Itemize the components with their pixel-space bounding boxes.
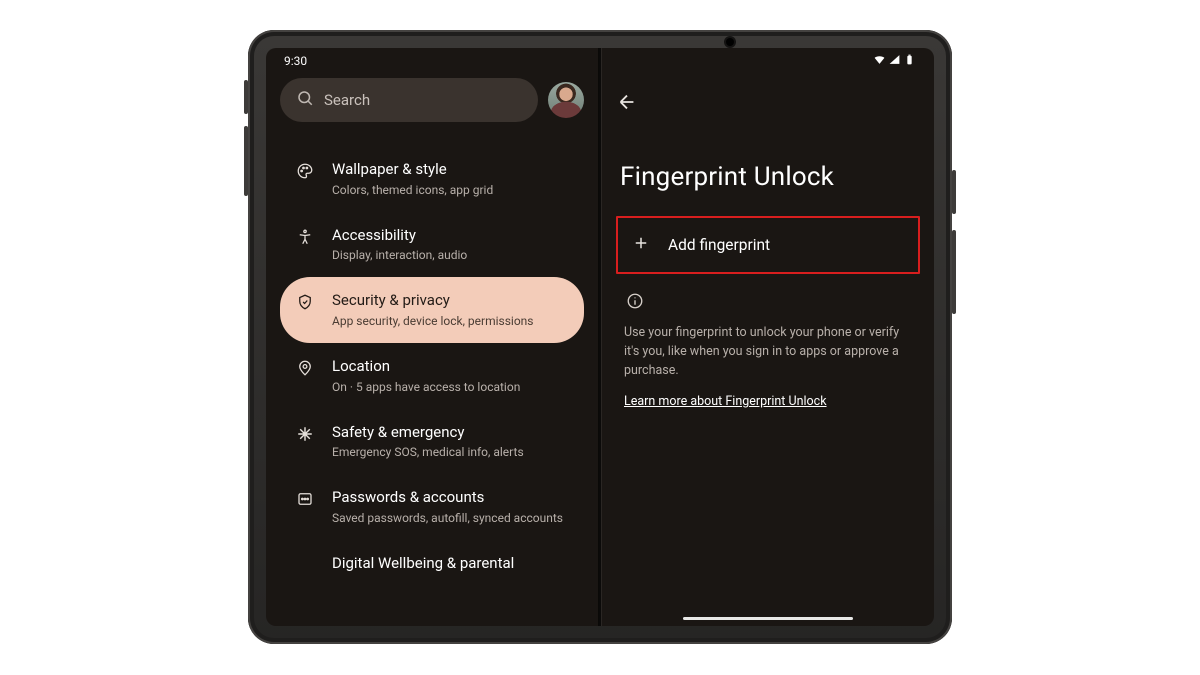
sidebar-item-location[interactable]: Location On · 5 apps have access to loca… [280,343,584,409]
signal-icon [888,53,901,69]
volume-rocker[interactable] [952,230,956,314]
search-row: Search [266,74,598,126]
add-fingerprint-label: Add fingerprint [668,236,770,254]
shield-icon [294,291,316,311]
item-title: Passwords & accounts [332,488,563,508]
left-panel: 9:30 Search Wallpaper & style Colors, th… [266,48,599,626]
page-title: Fingerprint Unlock [620,162,916,192]
item-title: Wallpaper & style [332,160,493,180]
battery-icon [903,53,916,69]
item-sub: Emergency SOS, medical info, alerts [332,444,524,460]
emergency-icon [294,423,316,443]
status-time: 9:30 [284,54,307,68]
palette-icon [294,160,316,180]
status-bar: 9:30 [266,48,598,74]
item-title: Digital Wellbeing & parental [332,554,514,574]
sidebar-item-passwords[interactable]: Passwords & accounts Saved passwords, au… [280,474,584,540]
front-camera [726,38,734,46]
sidebar-item-accessibility[interactable]: Accessibility Display, interaction, audi… [280,212,584,278]
add-fingerprint-button[interactable]: Add fingerprint [616,216,920,274]
item-title: Security & privacy [332,291,533,311]
sidebar-item-wallpaper[interactable]: Wallpaper & style Colors, themed icons, … [280,146,584,212]
detail-page: Fingerprint Unlock Add fingerprint Use y… [602,128,934,415]
sidebar-item-security[interactable]: Security & privacy App security, device … [280,277,584,343]
wellbeing-icon [294,554,316,556]
item-sub: Colors, themed icons, app grid [332,182,493,198]
search-icon [296,89,314,111]
wifi-icon [873,53,886,69]
learn-more-link[interactable]: Learn more about Fingerprint Unlock [624,394,827,409]
item-sub: Saved passwords, autofill, synced accoun… [332,510,563,526]
sidebar-item-wellbeing[interactable]: Digital Wellbeing & parental [280,540,584,574]
status-bar-right [602,48,934,74]
item-sub: On · 5 apps have access to location [332,379,520,395]
power-button[interactable] [952,170,956,214]
item-sub: App security, device lock, permissions [332,313,533,329]
right-panel: Fingerprint Unlock Add fingerprint Use y… [601,48,934,626]
description-text: Use your fingerprint to unlock your phon… [624,324,912,380]
item-sub: Display, interaction, audio [332,247,467,263]
sidebar-item-safety[interactable]: Safety & emergency Emergency SOS, medica… [280,409,584,475]
profile-avatar[interactable] [548,82,584,118]
search-input[interactable]: Search [280,78,538,122]
key-icon [294,488,316,508]
item-title: Location [332,357,520,377]
accessibility-icon [294,226,316,246]
settings-list: Wallpaper & style Colors, themed icons, … [266,126,598,574]
item-title: Accessibility [332,226,467,246]
plus-icon [632,234,650,256]
left-button-2[interactable] [244,126,248,196]
search-placeholder: Search [324,91,370,109]
info-icon [626,292,916,314]
location-icon [294,357,316,377]
home-indicator[interactable] [683,617,853,620]
device-frame: 9:30 Search Wallpaper & style Colors, th… [248,30,952,644]
item-title: Safety & emergency [332,423,524,443]
left-button-1[interactable] [244,80,248,114]
back-button[interactable] [616,91,638,117]
